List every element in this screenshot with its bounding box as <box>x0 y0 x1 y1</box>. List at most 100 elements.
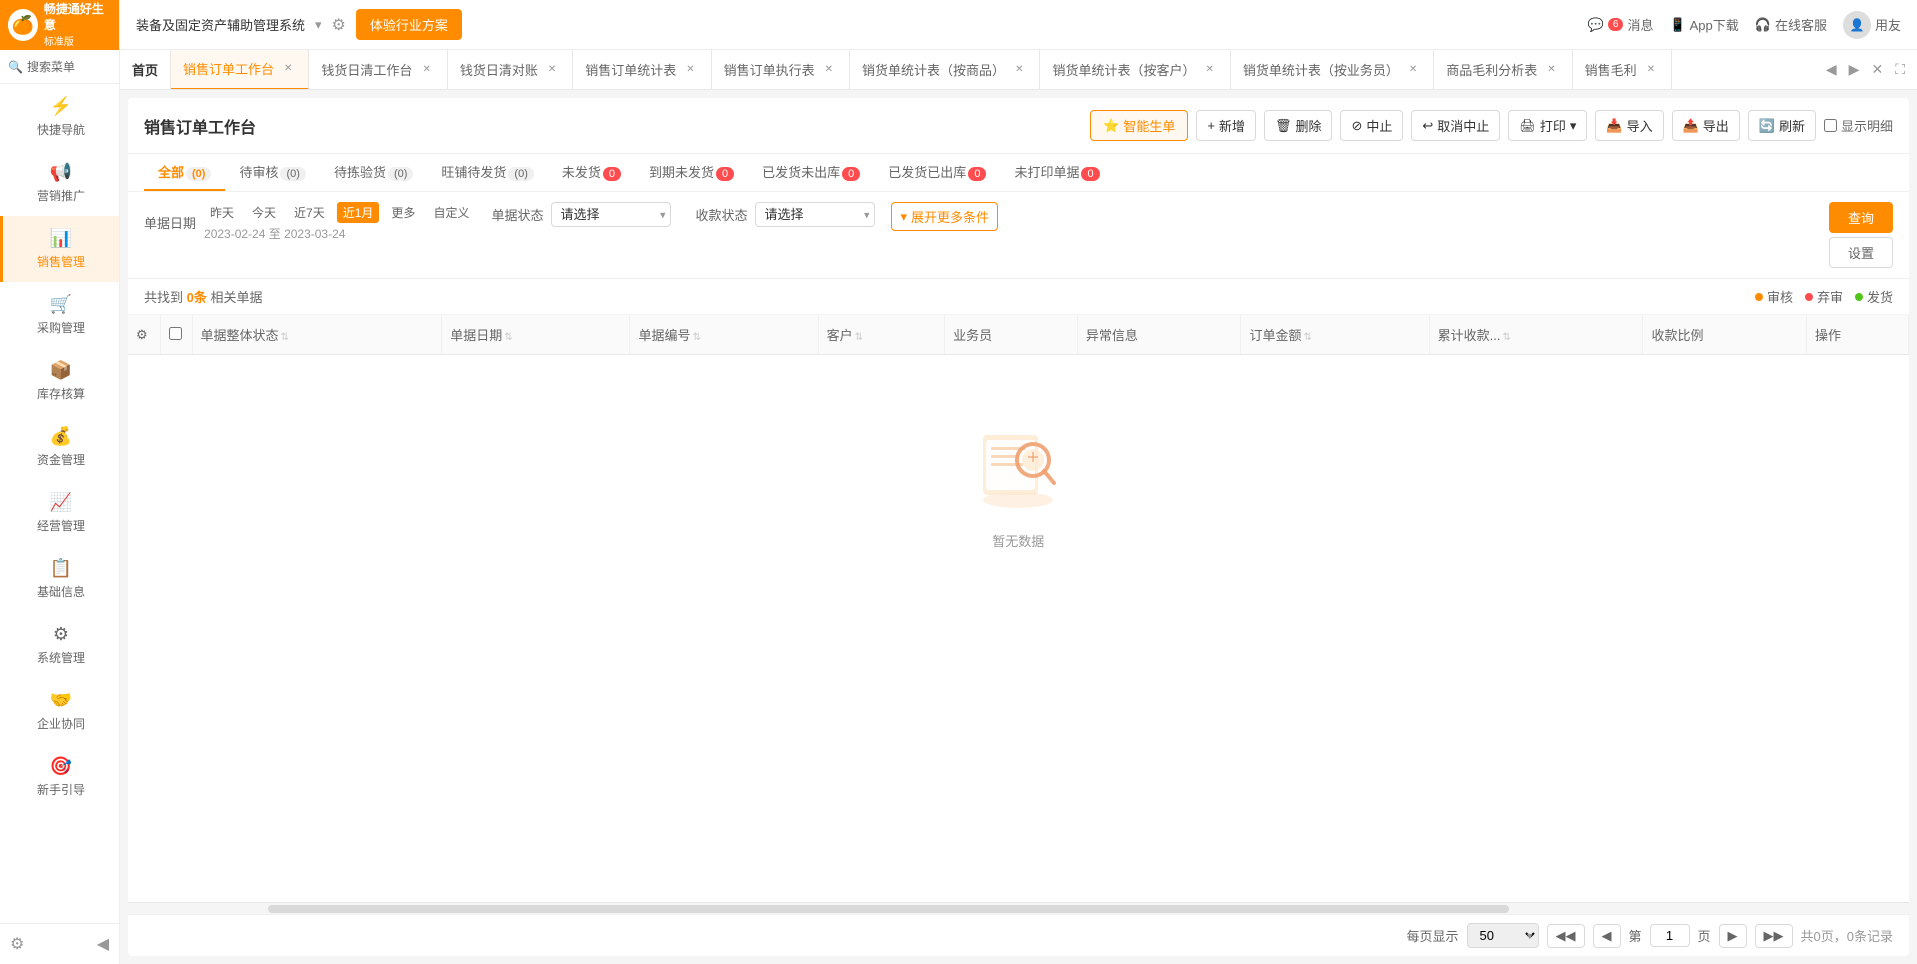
sidebar-search[interactable]: 🔍 搜索菜单 <box>0 50 119 84</box>
message-button[interactable]: 💬 6 消息 <box>1588 15 1654 34</box>
tab-maximize-icon[interactable]: ⛶ <box>1891 57 1909 82</box>
date-opt-yesterday[interactable]: 昨天 <box>204 202 240 223</box>
tab-scroll-left-icon[interactable]: ◀ <box>1822 57 1841 82</box>
th-checkbox[interactable] <box>160 315 192 355</box>
tab-close-all-icon[interactable]: ✕ <box>1867 57 1887 82</box>
tab-close-cash-reconcile[interactable]: ✕ <box>544 62 560 77</box>
tab-scroll-right-icon[interactable]: ▶ <box>1845 57 1864 82</box>
user-menu[interactable]: 👤 用友 <box>1843 11 1901 39</box>
tab-sales-workbench[interactable]: 销售订单工作台 ✕ <box>171 50 309 90</box>
cancel-stop-button[interactable]: ↩ 取消中止 <box>1411 110 1500 141</box>
delete-button[interactable]: 🗑 删除 <box>1264 110 1333 141</box>
sub-tab-all[interactable]: 全部(0) <box>144 154 225 191</box>
page-next-button[interactable]: ▶ <box>1719 924 1747 948</box>
expand-conditions-button[interactable]: ▾ 展开更多条件 <box>891 202 998 231</box>
sidebar-item-basic-info[interactable]: 📋 基础信息 <box>0 546 119 612</box>
sidebar-item-marketing[interactable]: 📢 营销推广 <box>0 150 119 216</box>
cancel-review-action[interactable]: 弃审 <box>1805 287 1843 306</box>
tab-close-sales-workbench[interactable]: ✕ <box>280 61 296 76</box>
sidebar-item-purchase[interactable]: 🛒 采购管理 <box>0 282 119 348</box>
date-opt-1month[interactable]: 近1月 <box>337 202 380 223</box>
sub-tab-wangpu[interactable]: 旺铺待发货(0) <box>427 154 547 191</box>
print-button[interactable]: 🖨 打印 ▾ <box>1508 110 1587 141</box>
page-size-select[interactable]: 10 20 50 100 <box>1467 923 1539 948</box>
sub-tab-not-printed[interactable]: 未打印单据0 <box>1000 154 1113 191</box>
sidebar-item-system[interactable]: ⚙ 系统管理 <box>0 612 119 678</box>
date-opt-more[interactable]: 更多 <box>385 202 421 223</box>
tab-close-product[interactable]: ✕ <box>1011 62 1027 77</box>
tab-close-customer[interactable]: ✕ <box>1201 62 1217 77</box>
sidebar-item-inventory[interactable]: 📦 库存核算 <box>0 348 119 414</box>
th-ratio[interactable]: 收款比例 <box>1643 315 1807 355</box>
tab-close-sales-exec[interactable]: ✕ <box>821 62 837 77</box>
show-detail-checkbox[interactable] <box>1824 119 1837 132</box>
page-first-button[interactable]: ◀◀ <box>1547 924 1585 948</box>
page-prev-button[interactable]: ◀ <box>1593 924 1621 948</box>
sub-tab-shipped-not-out[interactable]: 已发货未出库0 <box>748 154 874 191</box>
refresh-button[interactable]: 🔄 刷新 <box>1748 110 1816 141</box>
th-number[interactable]: 单据编号⇅ <box>630 315 818 355</box>
review-action[interactable]: 审核 <box>1755 287 1793 306</box>
date-opt-7days[interactable]: 近7天 <box>288 202 331 223</box>
th-customer[interactable]: 客户⇅ <box>818 315 945 355</box>
smart-create-button[interactable]: ⭐ 智能生单 <box>1090 110 1188 141</box>
date-opt-custom[interactable]: 自定义 <box>427 202 475 223</box>
query-button[interactable]: 查询 <box>1829 202 1893 233</box>
scrollbar-thumb[interactable] <box>268 905 1509 913</box>
sidebar-item-finance[interactable]: 💰 资金管理 <box>0 414 119 480</box>
export-button[interactable]: 📤 导出 <box>1672 110 1740 141</box>
industry-solution-button[interactable]: 体验行业方案 <box>356 9 462 40</box>
tab-sales-summary-product[interactable]: 销货单统计表（按商品） ✕ <box>850 50 1040 90</box>
sidebar-collapse-icon[interactable]: ◀ <box>97 934 109 954</box>
tab-goods-margin[interactable]: 商品毛利分析表 ✕ <box>1434 50 1572 90</box>
sub-tab-overdue-not-shipped[interactable]: 到期未发货0 <box>635 154 748 191</box>
tab-close-cash-daily[interactable]: ✕ <box>418 62 434 77</box>
stop-button[interactable]: ⊘ 中止 <box>1340 110 1403 141</box>
sub-tab-not-shipped[interactable]: 未发货0 <box>548 154 635 191</box>
sub-tab-shipped-out[interactable]: 已发货已出库0 <box>874 154 1000 191</box>
page-number-input[interactable] <box>1650 924 1690 947</box>
horizontal-scrollbar[interactable] <box>128 902 1909 914</box>
tab-sales-exec[interactable]: 销售订单执行表 ✕ <box>712 50 850 90</box>
tab-cash-reconcile[interactable]: 钱货日清对账 ✕ <box>448 50 573 90</box>
tab-cash-daily[interactable]: 钱货日清工作台 ✕ <box>309 50 447 90</box>
select-all-checkbox[interactable] <box>169 327 182 340</box>
tab-close-staff[interactable]: ✕ <box>1405 62 1421 77</box>
th-collected[interactable]: 累计收款...⇅ <box>1429 315 1643 355</box>
filter-setting-button[interactable]: 设置 <box>1829 237 1893 268</box>
tab-close-goods-margin[interactable]: ✕ <box>1543 62 1559 77</box>
sidebar-settings-icon[interactable]: ⚙ <box>10 934 24 954</box>
sidebar-item-quick-nav[interactable]: ⚡ 快捷导航 <box>0 84 119 150</box>
tab-close-sales-stats[interactable]: ✕ <box>682 62 698 77</box>
th-date[interactable]: 单据日期⇅ <box>442 315 630 355</box>
topbar-dropdown-icon[interactable]: ▾ <box>315 17 322 33</box>
sidebar-item-sales[interactable]: 📊 销售管理 <box>0 216 119 282</box>
page-last-button[interactable]: ▶▶ <box>1755 924 1793 948</box>
app-download-button[interactable]: 📱 App下载 <box>1669 15 1738 34</box>
th-abnormal[interactable]: 异常信息 <box>1077 315 1241 355</box>
sidebar-item-guide[interactable]: 🎯 新手引导 <box>0 744 119 810</box>
th-settings[interactable]: ⚙ <box>128 315 160 355</box>
th-amount[interactable]: 订单金额⇅ <box>1241 315 1429 355</box>
tab-sales-summary-staff[interactable]: 销货单统计表（按业务员） ✕ <box>1231 50 1434 90</box>
sub-tab-pending-review[interactable]: 待审核(0) <box>225 154 319 191</box>
tab-sales-stats[interactable]: 销售订单统计表 ✕ <box>573 50 711 90</box>
add-button[interactable]: + 新增 <box>1196 110 1256 141</box>
th-status[interactable]: 单据整体状态⇅ <box>192 315 442 355</box>
show-detail-label[interactable]: 显示明细 <box>1824 116 1893 135</box>
date-opt-today[interactable]: 今天 <box>246 202 282 223</box>
tab-sales-profit[interactable]: 销售毛利 ✕ <box>1573 50 1672 90</box>
import-button[interactable]: 📥 导入 <box>1595 110 1663 141</box>
payment-select[interactable]: 请选择 <box>755 202 875 227</box>
th-staff[interactable]: 业务员 <box>945 315 1078 355</box>
ship-action[interactable]: 发货 <box>1855 287 1893 306</box>
sidebar-item-operations[interactable]: 📈 经营管理 <box>0 480 119 546</box>
online-service-button[interactable]: 🎧 在线客服 <box>1755 15 1827 34</box>
tab-sales-summary-customer[interactable]: 销货单统计表（按客户） ✕ <box>1040 50 1230 90</box>
status-select[interactable]: 请选择 <box>551 202 671 227</box>
sidebar-item-enterprise[interactable]: 🤝 企业协同 <box>0 678 119 744</box>
topbar-settings-icon[interactable]: ⚙ <box>332 15 346 35</box>
sub-tab-pending-check[interactable]: 待拣验货(0) <box>320 154 427 191</box>
tab-close-sales-profit[interactable]: ✕ <box>1643 62 1659 77</box>
tab-home[interactable]: 首页 <box>120 50 171 90</box>
